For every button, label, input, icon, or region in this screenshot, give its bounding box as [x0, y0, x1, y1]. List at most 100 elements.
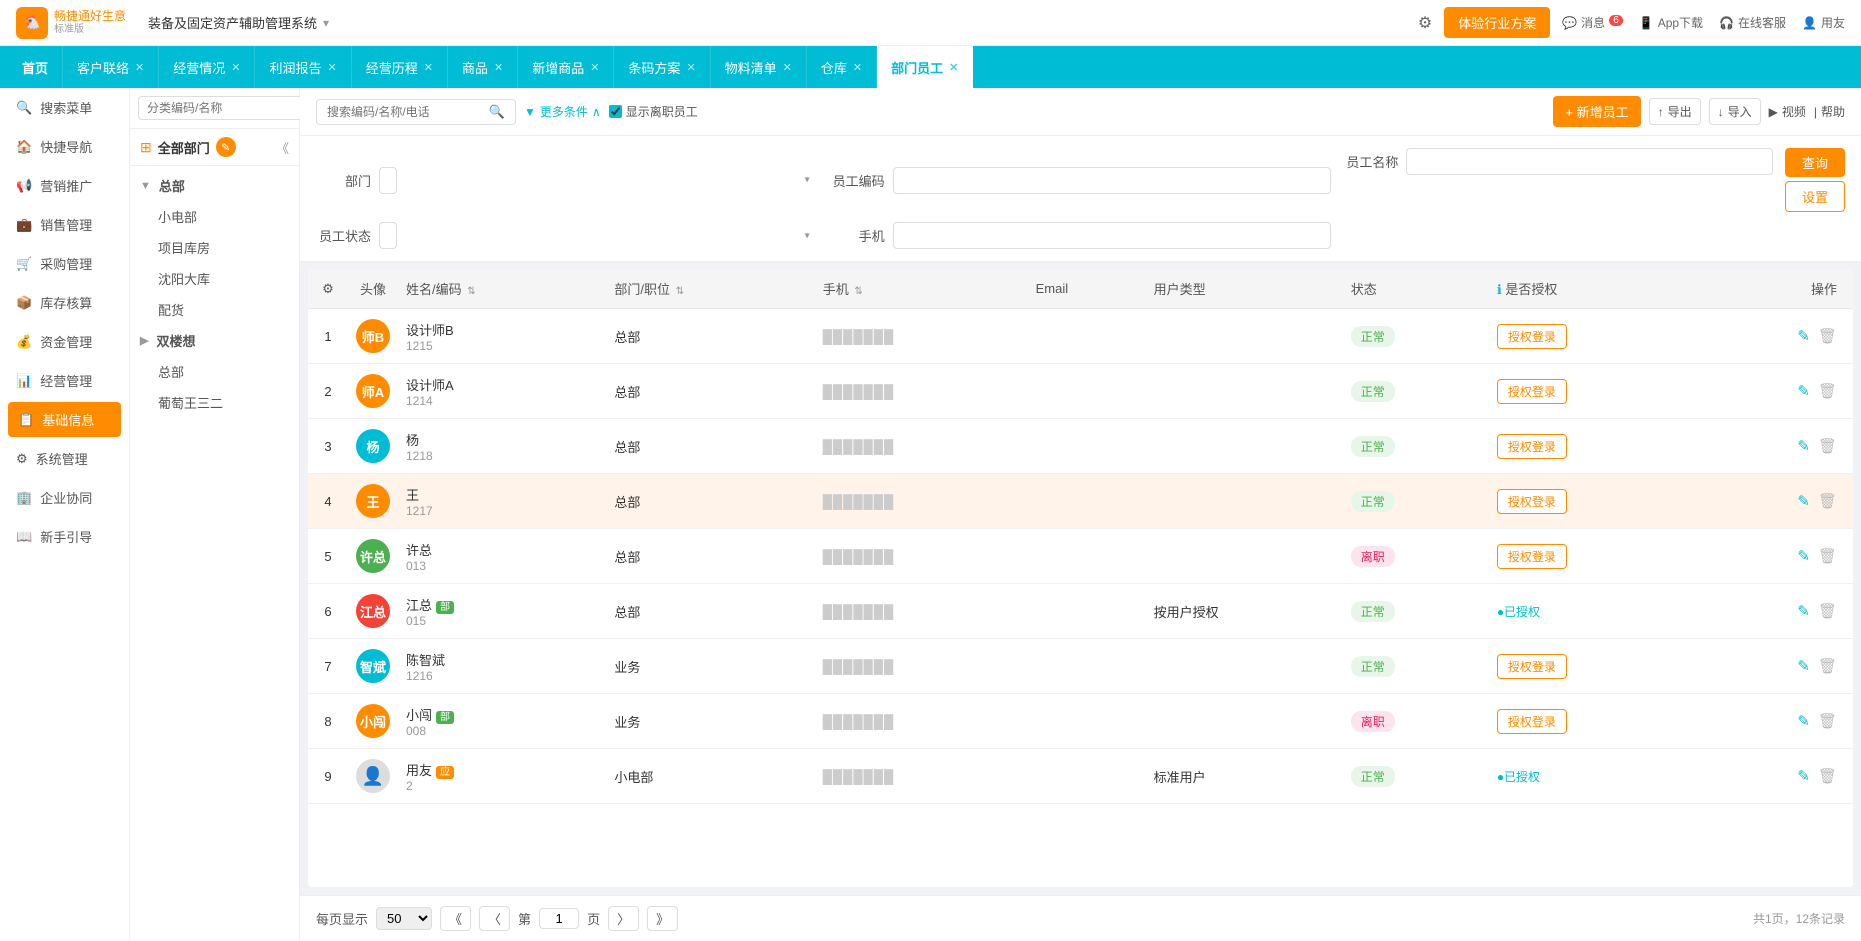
add-employee-button[interactable]: + 新增员工 — [1553, 96, 1640, 127]
edit-button[interactable]: ✎ — [1797, 547, 1810, 565]
tab-home[interactable]: 首页 — [8, 46, 63, 88]
close-icon[interactable]: ✕ — [853, 61, 862, 74]
dept-all-label[interactable]: 全部部门 — [158, 138, 210, 157]
close-icon[interactable]: ✕ — [328, 61, 337, 74]
dept-tree-item-putaowang[interactable]: 葡萄王三二 — [130, 387, 299, 418]
auth-login-button[interactable]: 授权登录 — [1497, 434, 1567, 459]
dept-tree-item-general[interactable]: ▼总部 — [130, 170, 299, 201]
search-input[interactable] — [327, 105, 485, 119]
sidebar-item-finance[interactable]: 💰 资金管理 — [0, 322, 129, 361]
delete-button[interactable]: 🗑 — [1818, 767, 1837, 785]
col-name-code[interactable]: 姓名/编码 ⇅ — [398, 269, 606, 309]
auth-login-button[interactable]: 授权登录 — [1497, 654, 1567, 679]
sidebar-item-inventory[interactable]: 📦 库存核算 — [0, 283, 129, 322]
tab-add-goods[interactable]: 新增商品 ✕ — [518, 46, 614, 88]
delete-button[interactable]: 🗑 — [1818, 602, 1837, 620]
app-download-button[interactable]: 📱 App下载 — [1639, 14, 1703, 31]
delete-button[interactable]: 🗑 — [1818, 382, 1837, 400]
sidebar-item-search[interactable]: 🔍 搜索菜单 — [0, 88, 129, 127]
tab-profit[interactable]: 利润报告 ✕ — [255, 46, 351, 88]
tab-operation[interactable]: 经营情况 ✕ — [159, 46, 255, 88]
delete-button[interactable]: 🗑 — [1818, 712, 1837, 730]
gear-button[interactable]: ⚙ — [1418, 13, 1432, 33]
show-resigned-checkbox[interactable] — [609, 105, 622, 118]
sidebar-item-marketing[interactable]: 📢 营销推广 — [0, 166, 129, 205]
close-icon[interactable]: ✕ — [949, 61, 958, 74]
sidebar-item-basic[interactable]: 📋 基础信息 — [8, 402, 121, 437]
tab-history[interactable]: 经营历程 ✕ — [352, 46, 448, 88]
close-icon[interactable]: ✕ — [686, 61, 695, 74]
filter-more-button[interactable]: ▼ 更多条件 ∧ — [524, 103, 601, 120]
user-button[interactable]: 👤 用友 — [1802, 14, 1845, 31]
edit-button[interactable]: ✎ — [1797, 437, 1810, 455]
emp-code-input[interactable] — [893, 167, 1332, 194]
dept-tree-item-xiaodianju[interactable]: 小电部 — [130, 201, 299, 232]
close-icon[interactable]: ✕ — [590, 61, 599, 74]
close-icon[interactable]: ✕ — [494, 61, 503, 74]
delete-button[interactable]: 🗑 — [1818, 327, 1837, 345]
delete-button[interactable]: 🗑 — [1818, 492, 1837, 510]
delete-button[interactable]: 🗑 — [1818, 437, 1837, 455]
online-service-button[interactable]: 🎧 在线客服 — [1719, 14, 1786, 31]
auth-login-button[interactable]: 授权登录 — [1497, 324, 1567, 349]
dept-tree-item-peihuo[interactable]: 配货 — [130, 294, 299, 325]
auth-login-button[interactable]: 授权登录 — [1497, 489, 1567, 514]
col-phone[interactable]: 手机 ⇅ — [815, 269, 1028, 309]
sidebar-item-sales[interactable]: 💼 销售管理 — [0, 205, 129, 244]
sidebar-item-purchase[interactable]: 🛒 采购管理 — [0, 244, 129, 283]
delete-button[interactable]: 🗑 — [1818, 547, 1837, 565]
emp-name-input[interactable] — [1406, 148, 1773, 175]
auth-login-button[interactable]: 授权登录 — [1497, 379, 1567, 404]
tab-barcode[interactable]: 条码方案 ✕ — [614, 46, 710, 88]
edit-button[interactable]: ✎ — [1797, 327, 1810, 345]
edit-button[interactable]: ✎ — [1797, 492, 1810, 510]
edit-button[interactable]: ✎ — [1797, 767, 1810, 785]
status-filter-select[interactable] — [379, 222, 397, 249]
close-icon[interactable]: ✕ — [783, 61, 792, 74]
tab-goods[interactable]: 商品 ✕ — [448, 46, 518, 88]
sidebar-item-system[interactable]: ⚙ 系统管理 — [0, 439, 129, 478]
set-button[interactable]: 设置 — [1785, 181, 1845, 212]
trial-button[interactable]: 体验行业方案 — [1444, 7, 1550, 38]
tab-warehouse[interactable]: 仓库 ✕ — [807, 46, 877, 88]
phone-input[interactable] — [893, 222, 1332, 249]
dept-tree-item-project[interactable]: 项目库房 — [130, 232, 299, 263]
export-button[interactable]: ↑ 导出 — [1649, 98, 1701, 125]
sidebar-item-guide[interactable]: 📖 新手引导 — [0, 517, 129, 556]
col-settings[interactable]: ⚙ — [308, 269, 348, 309]
dept-tree-item-zongbu[interactable]: 总部 — [130, 356, 299, 387]
dept-collapse-button[interactable]: 《 — [276, 138, 289, 157]
per-page-select[interactable]: 50 10 20 100 — [376, 907, 432, 930]
message-button[interactable]: 💬 消息 6 — [1562, 14, 1623, 31]
edit-button[interactable]: ✎ — [1797, 657, 1810, 675]
first-page-button[interactable]: 《 — [440, 906, 471, 931]
dept-tree-item-shenyang[interactable]: 沈阳大库 — [130, 263, 299, 294]
tab-department[interactable]: 部门员工 ✕ — [877, 46, 973, 88]
sidebar-item-operation[interactable]: 📊 经营管理 — [0, 361, 129, 400]
tab-customer[interactable]: 客户联络 ✕ — [63, 46, 159, 88]
dept-filter-select[interactable] — [379, 167, 397, 194]
dept-edit-button[interactable]: ✎ — [216, 137, 236, 157]
edit-button[interactable]: ✎ — [1797, 602, 1810, 620]
edit-button[interactable]: ✎ — [1797, 382, 1810, 400]
close-icon[interactable]: ✕ — [135, 61, 144, 74]
auth-login-button[interactable]: 授权登录 — [1497, 709, 1567, 734]
last-page-button[interactable]: 》 — [647, 906, 678, 931]
dept-search-input[interactable] — [138, 96, 311, 120]
view-button[interactable]: ▶ 视频 — [1769, 103, 1806, 120]
tab-bom[interactable]: 物料清单 ✕ — [711, 46, 807, 88]
query-button[interactable]: 查询 — [1785, 148, 1845, 177]
next-page-button[interactable]: 〉 — [608, 906, 639, 931]
auth-login-button[interactable]: 授权登录 — [1497, 544, 1567, 569]
close-icon[interactable]: ✕ — [424, 61, 433, 74]
search-icon[interactable]: 🔍 — [489, 104, 505, 120]
sidebar-item-corp[interactable]: 🏢 企业协同 — [0, 478, 129, 517]
close-icon[interactable]: ✕ — [231, 61, 240, 74]
help-button[interactable]: | 帮助 — [1814, 103, 1845, 120]
prev-page-button[interactable]: 〈 — [479, 906, 510, 931]
delete-button[interactable]: 🗑 — [1818, 657, 1837, 675]
col-dept-pos[interactable]: 部门/职位 ⇅ — [606, 269, 814, 309]
page-number-input[interactable] — [539, 908, 579, 929]
edit-button[interactable]: ✎ — [1797, 712, 1810, 730]
dept-tree-item-shuanglou[interactable]: ▶双楼想 — [130, 325, 299, 356]
